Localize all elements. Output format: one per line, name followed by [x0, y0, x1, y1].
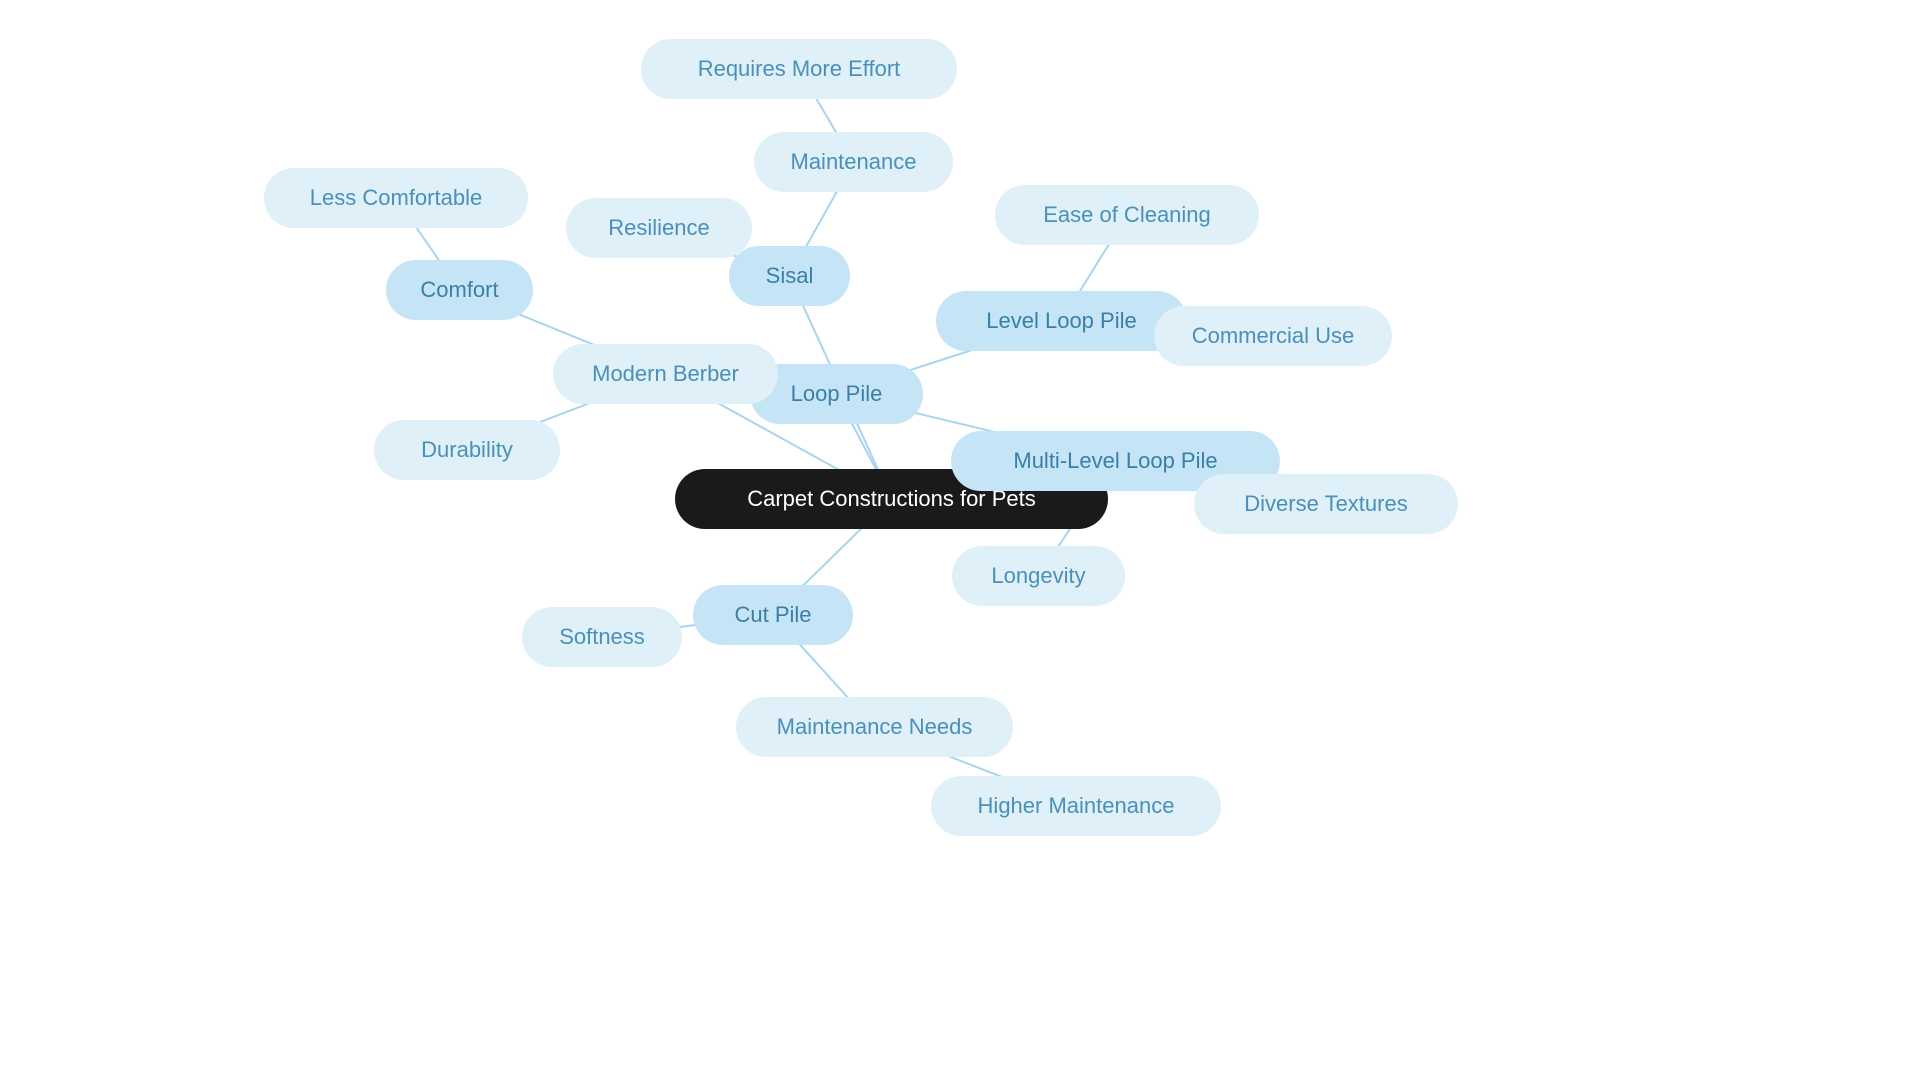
node-longevity[interactable]: Longevity — [952, 546, 1125, 606]
node-comfort[interactable]: Comfort — [386, 260, 533, 320]
node-modern_berber[interactable]: Modern Berber — [553, 344, 778, 404]
node-maintenance[interactable]: Maintenance — [754, 132, 953, 192]
node-higher_maintenance[interactable]: Higher Maintenance — [931, 776, 1221, 836]
node-level_loop_pile[interactable]: Level Loop Pile — [936, 291, 1187, 351]
node-requires_more_effort[interactable]: Requires More Effort — [641, 39, 957, 99]
node-cut_pile[interactable]: Cut Pile — [693, 585, 853, 645]
node-durability[interactable]: Durability — [374, 420, 560, 480]
node-diverse_textures[interactable]: Diverse Textures — [1194, 474, 1458, 534]
node-commercial_use[interactable]: Commercial Use — [1154, 306, 1392, 366]
node-sisal[interactable]: Sisal — [729, 246, 850, 306]
node-softness[interactable]: Softness — [522, 607, 682, 667]
node-maintenance_needs[interactable]: Maintenance Needs — [736, 697, 1013, 757]
mind-map-svg — [0, 0, 1920, 1083]
node-ease_of_cleaning[interactable]: Ease of Cleaning — [995, 185, 1259, 245]
node-less_comfortable[interactable]: Less Comfortable — [264, 168, 528, 228]
node-resilience[interactable]: Resilience — [566, 198, 752, 258]
